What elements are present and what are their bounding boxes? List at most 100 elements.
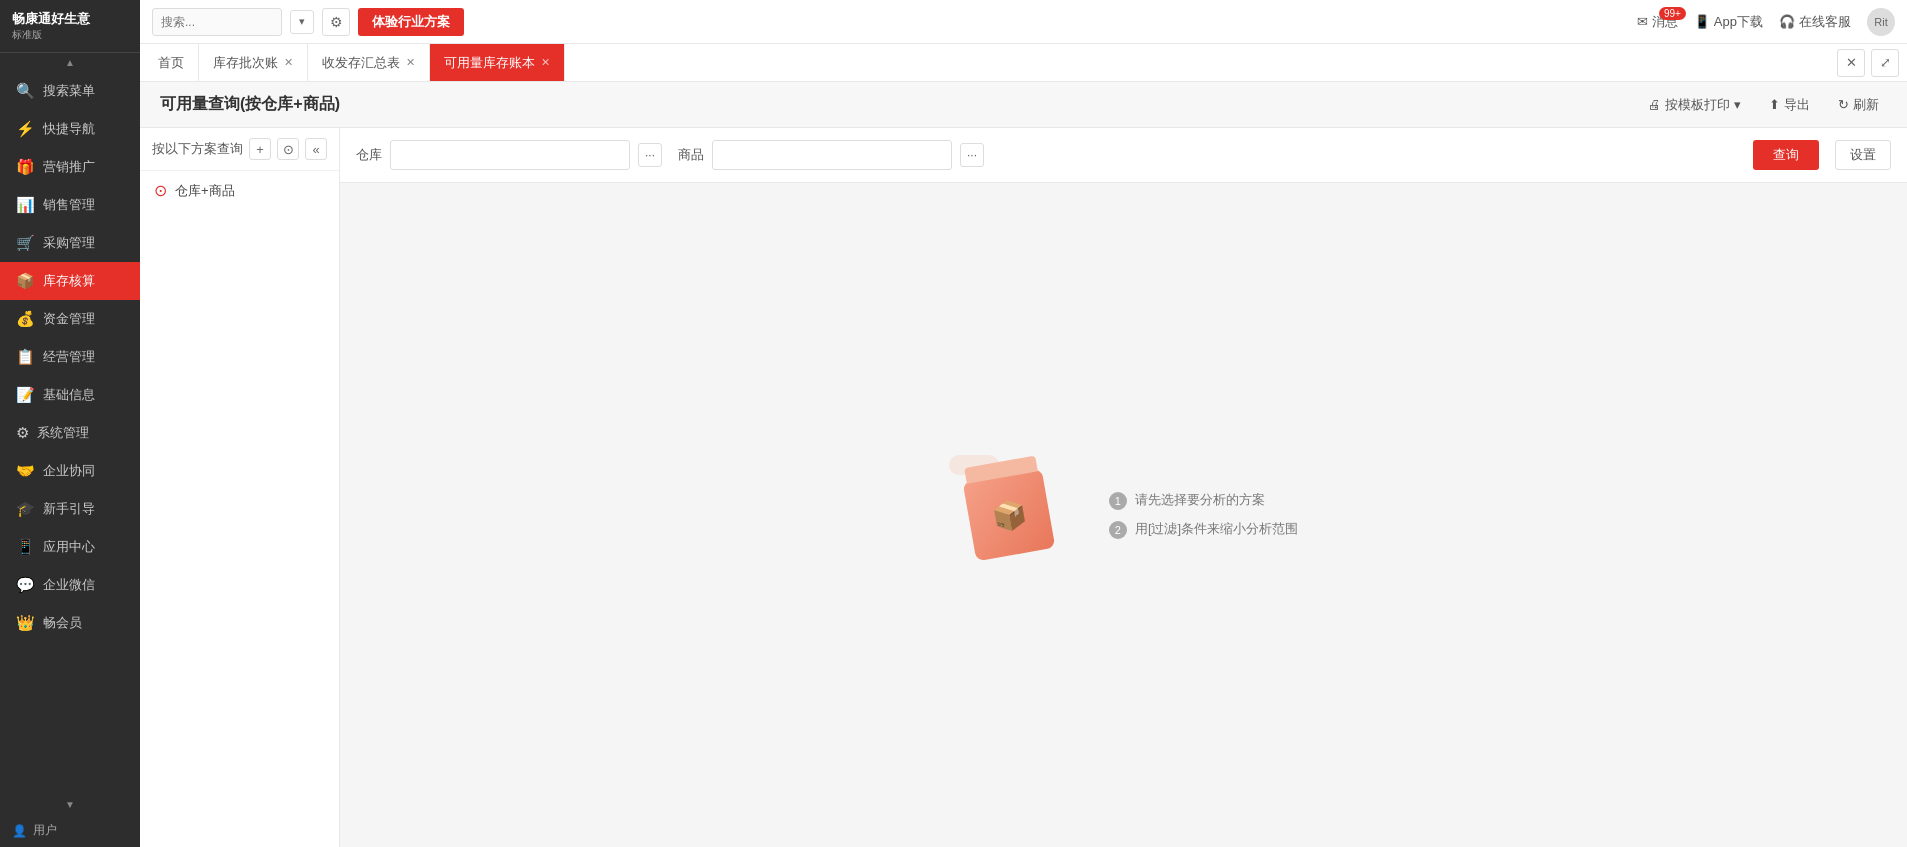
maximize-tab-btn[interactable]: ⤢ bbox=[1871, 49, 1899, 77]
operations-icon: 📋 bbox=[16, 348, 35, 366]
inventory-icon: 📦 bbox=[16, 272, 35, 290]
app-subtitle: 标准版 bbox=[12, 28, 128, 42]
filter-add-btn[interactable]: + bbox=[249, 138, 271, 160]
product-input[interactable] bbox=[712, 140, 952, 170]
sidebar: 畅康通好生意 标准版 ▲ 🔍 搜索菜单 ⚡ 快捷导航 🎁 营销推广 📊 销售管理… bbox=[0, 0, 140, 847]
finance-icon: 💰 bbox=[16, 310, 35, 328]
page-header-actions: 🖨 按模板打印 ▾ ⬆ 导出 ↻ 刷新 bbox=[1640, 92, 1887, 118]
export-btn[interactable]: ⬆ 导出 bbox=[1761, 92, 1818, 118]
sidebar-item-purchase[interactable]: 🛒 采购管理 bbox=[0, 224, 140, 262]
sidebar-item-finance[interactable]: 💰 资金管理 bbox=[0, 300, 140, 338]
tab-inventory-batch[interactable]: 库存批次账 ✕ bbox=[199, 44, 308, 82]
filter-label: 按以下方案查询 bbox=[152, 140, 243, 158]
filter-panel: 按以下方案查询 + ⊙ « ⊙ 仓库+商品 bbox=[140, 128, 340, 847]
sidebar-item-collab[interactable]: 🤝 企业协同 bbox=[0, 452, 140, 490]
system-icon: ⚙ bbox=[16, 424, 29, 442]
close-tab-available-inventory[interactable]: ✕ bbox=[541, 56, 550, 69]
topbar-search-input[interactable] bbox=[152, 8, 282, 36]
filter-header: 按以下方案查询 + ⊙ « bbox=[140, 128, 339, 171]
print-dropdown-icon: ▾ bbox=[1734, 97, 1741, 112]
print-icon: 🖨 bbox=[1648, 97, 1661, 112]
empty-box: 📦 bbox=[963, 469, 1056, 562]
hint-num-2: 2 bbox=[1109, 521, 1127, 539]
filter-settings-btn[interactable]: ⊙ bbox=[277, 138, 299, 160]
quicknav-icon: ⚡ bbox=[16, 120, 35, 138]
box-face-icon: 📦 bbox=[989, 496, 1029, 535]
search-menu-icon: 🔍 bbox=[16, 82, 35, 100]
sidebar-item-sales[interactable]: 📊 销售管理 bbox=[0, 186, 140, 224]
member-icon: 👑 bbox=[16, 614, 35, 632]
tabbar-end: ✕ ⤢ bbox=[1837, 49, 1907, 77]
tab-available-inventory[interactable]: 可用量库存账本 ✕ bbox=[430, 44, 565, 82]
phone-icon: 📱 bbox=[1694, 14, 1710, 29]
filter-item-icon: ⊙ bbox=[154, 181, 167, 200]
filter-header-actions: + ⊙ « bbox=[249, 138, 327, 160]
newguide-icon: 🎓 bbox=[16, 500, 35, 518]
sidebar-item-basicinfo[interactable]: 📝 基础信息 bbox=[0, 376, 140, 414]
sidebar-item-marketing[interactable]: 🎁 营销推广 bbox=[0, 148, 140, 186]
sidebar-user[interactable]: 👤 用户 bbox=[0, 814, 140, 847]
topbar-right: ✉ 消息 99+ 📱 App下载 🎧 在线客服 Rit bbox=[1637, 8, 1895, 36]
customer-service-btn[interactable]: 🎧 在线客服 bbox=[1779, 13, 1851, 31]
hint-1: 1 请先选择要分析的方案 bbox=[1109, 491, 1298, 510]
export-icon: ⬆ bbox=[1769, 97, 1780, 112]
topbar-gear-btn[interactable]: ⚙ bbox=[322, 8, 350, 36]
appcenter-icon: 📱 bbox=[16, 538, 35, 556]
hint-text-1: 请先选择要分析的方案 bbox=[1135, 491, 1265, 509]
tab-home[interactable]: 首页 bbox=[144, 44, 199, 82]
warehouse-more-btn[interactable]: ··· bbox=[638, 143, 662, 167]
sidebar-item-newguide[interactable]: 🎓 新手引导 bbox=[0, 490, 140, 528]
query-bar: 仓库 ··· 商品 ··· 查询 设置 bbox=[340, 128, 1907, 183]
marketing-icon: 🎁 bbox=[16, 158, 35, 176]
topbar: ▾ ⚙ 体验行业方案 ✉ 消息 99+ 📱 App下载 🎧 在线客服 Rit bbox=[140, 0, 1907, 44]
refresh-icon: ↻ bbox=[1838, 97, 1849, 112]
hint-text-2: 用[过滤]条件来缩小分析范围 bbox=[1135, 520, 1298, 538]
tab-stock-summary[interactable]: 收发存汇总表 ✕ bbox=[308, 44, 430, 82]
sidebar-item-member[interactable]: 👑 畅会员 bbox=[0, 604, 140, 642]
refresh-btn[interactable]: ↻ 刷新 bbox=[1830, 92, 1887, 118]
user-avatar[interactable]: Rit bbox=[1867, 8, 1895, 36]
close-tab-btn[interactable]: ✕ bbox=[1837, 49, 1865, 77]
app-download-btn[interactable]: 📱 App下载 bbox=[1694, 13, 1763, 31]
tabbar: 首页 库存批次账 ✕ 收发存汇总表 ✕ 可用量库存账本 ✕ ✕ ⤢ bbox=[140, 44, 1907, 82]
sidebar-item-appcenter[interactable]: 📱 应用中心 bbox=[0, 528, 140, 566]
sidebar-item-inventory[interactable]: 📦 库存核算 bbox=[0, 262, 140, 300]
content-area: 按以下方案查询 + ⊙ « ⊙ 仓库+商品 仓库 ··· bbox=[140, 128, 1907, 847]
empty-illustration: 📦 bbox=[949, 455, 1069, 575]
headset-icon: 🎧 bbox=[1779, 14, 1795, 29]
topbar-dropdown-btn[interactable]: ▾ bbox=[290, 10, 314, 34]
message-btn[interactable]: ✉ 消息 99+ bbox=[1637, 13, 1678, 31]
purchase-icon: 🛒 bbox=[16, 234, 35, 252]
filter-item-label: 仓库+商品 bbox=[175, 182, 235, 200]
close-tab-stock-summary[interactable]: ✕ bbox=[406, 56, 415, 69]
page-title: 可用量查询(按仓库+商品) bbox=[160, 94, 1640, 115]
empty-hints: 1 请先选择要分析的方案 2 用[过滤]条件来缩小分析范围 bbox=[1109, 491, 1298, 539]
collab-icon: 🤝 bbox=[16, 462, 35, 480]
product-label: 商品 bbox=[678, 146, 704, 164]
app-logo: 畅康通好生意 标准版 bbox=[0, 0, 140, 53]
empty-state: 📦 1 请先选择要分析的方案 2 用[过滤]条件来缩小分析范围 bbox=[340, 183, 1907, 847]
sidebar-item-quicknav[interactable]: ⚡ 快捷导航 bbox=[0, 110, 140, 148]
basicinfo-icon: 📝 bbox=[16, 386, 35, 404]
trial-btn[interactable]: 体验行业方案 bbox=[358, 8, 464, 36]
wechat-icon: 💬 bbox=[16, 576, 35, 594]
main-area: ▾ ⚙ 体验行业方案 ✉ 消息 99+ 📱 App下载 🎧 在线客服 Rit bbox=[140, 0, 1907, 847]
message-badge: 99+ bbox=[1659, 7, 1686, 20]
filter-collapse-btn[interactable]: « bbox=[305, 138, 327, 160]
product-field: 商品 ··· bbox=[678, 140, 984, 170]
settings-btn[interactable]: 设置 bbox=[1835, 140, 1891, 170]
sidebar-item-search[interactable]: 🔍 搜索菜单 bbox=[0, 72, 140, 110]
product-more-btn[interactable]: ··· bbox=[960, 143, 984, 167]
close-tab-inventory-batch[interactable]: ✕ bbox=[284, 56, 293, 69]
scroll-down[interactable]: ▼ bbox=[0, 795, 140, 814]
app-name: 畅康通好生意 bbox=[12, 10, 128, 28]
scroll-up[interactable]: ▲ bbox=[0, 53, 140, 72]
print-btn[interactable]: 🖨 按模板打印 ▾ bbox=[1640, 92, 1749, 118]
filter-item-warehouse-product[interactable]: ⊙ 仓库+商品 bbox=[140, 171, 339, 210]
page-header: 可用量查询(按仓库+商品) 🖨 按模板打印 ▾ ⬆ 导出 ↻ 刷新 bbox=[140, 82, 1907, 128]
sidebar-item-operations[interactable]: 📋 经营管理 bbox=[0, 338, 140, 376]
sidebar-item-wechat[interactable]: 💬 企业微信 bbox=[0, 566, 140, 604]
query-btn[interactable]: 查询 bbox=[1753, 140, 1819, 170]
warehouse-input[interactable] bbox=[390, 140, 630, 170]
sidebar-item-system[interactable]: ⚙ 系统管理 bbox=[0, 414, 140, 452]
